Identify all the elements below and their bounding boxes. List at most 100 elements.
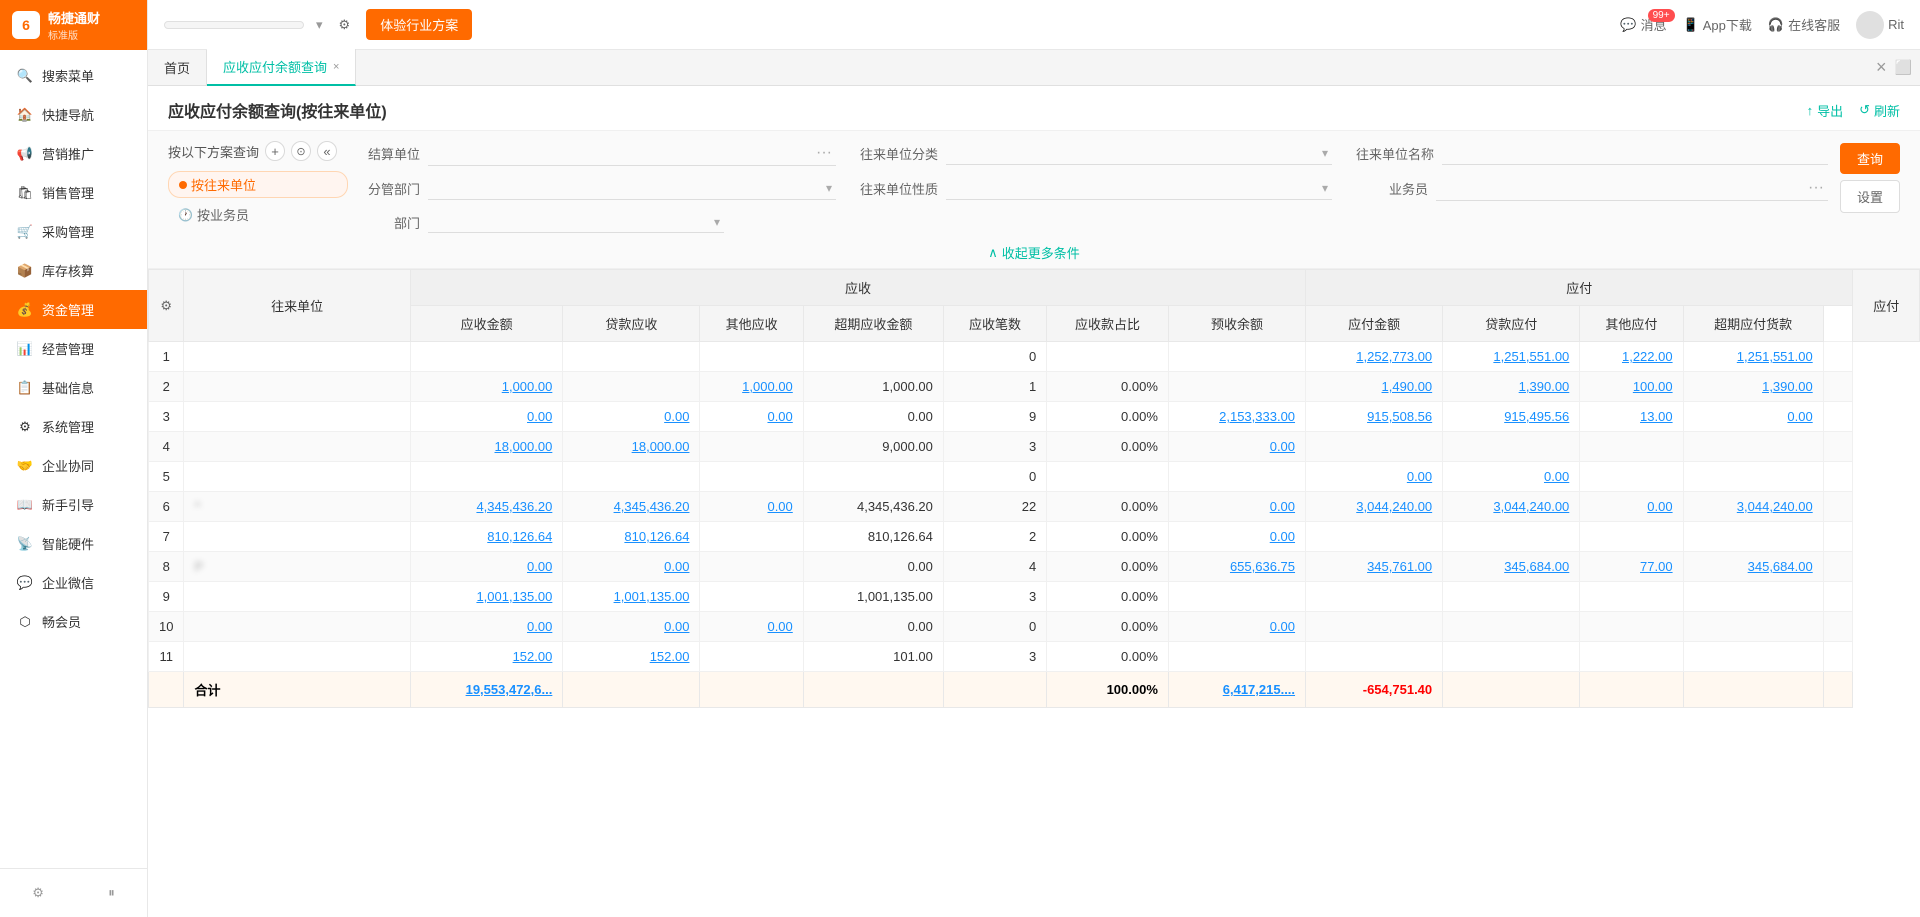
td-ar-amount[interactable]: 18,000.00 [410, 432, 562, 462]
partner-name-wrap[interactable] [1442, 143, 1828, 165]
td-ar-prepay[interactable]: 2,153,333.00 [1168, 402, 1305, 432]
td-ap-overdue[interactable] [1683, 642, 1823, 672]
td-ar-other[interactable] [700, 342, 803, 372]
td-ar-loan[interactable] [563, 462, 700, 492]
salesperson-wrap[interactable]: ··· [1436, 176, 1828, 201]
td-ap-loan[interactable] [1443, 432, 1580, 462]
td-ar-loan[interactable]: 18,000.00 [563, 432, 700, 462]
td-ap-amount[interactable]: 915,508.56 [1306, 402, 1443, 432]
sidebar-item-newbie[interactable]: 📖 新手引导 [0, 485, 147, 524]
td-ar-amount[interactable]: 0.00 [410, 552, 562, 582]
td-ar-other[interactable]: 1,000.00 [700, 372, 803, 402]
td-ar-amount[interactable]: 1,000.00 [410, 372, 562, 402]
category-input-wrap[interactable]: ▾ [946, 143, 1332, 165]
dept-input[interactable] [432, 181, 822, 196]
td-ap-loan[interactable]: 1,251,551.00 [1443, 342, 1580, 372]
sidebar-settings-btn[interactable]: ⚙ [26, 879, 50, 907]
td-ap-amount[interactable]: 1,252,773.00 [1306, 342, 1443, 372]
td-ap-amount[interactable]: 3,044,240.00 [1306, 492, 1443, 522]
td-ar-loan[interactable]: 4,345,436.20 [563, 492, 700, 522]
td-ar-loan[interactable]: 810,126.64 [563, 522, 700, 552]
sidebar-item-marketing[interactable]: 📢 营销推广 [0, 134, 147, 173]
refresh-btn[interactable]: ↺ 刷新 [1859, 101, 1900, 120]
footer-ar-prepay[interactable]: 6,417,215.... [1168, 672, 1305, 708]
collapse-btn[interactable]: ∧ 收起更多条件 [168, 243, 1900, 262]
td-ar-amount[interactable]: 4,345,436.20 [410, 492, 562, 522]
sidebar-item-basic-info[interactable]: 📋 基础信息 [0, 368, 147, 407]
td-ar-other[interactable]: 0.00 [700, 612, 803, 642]
td-ar-loan[interactable]: 0.00 [563, 402, 700, 432]
settings-gear-icon[interactable]: ⚙ [335, 13, 355, 37]
sidebar-item-inventory[interactable]: 📦 库存核算 [0, 251, 147, 290]
td-ap-loan[interactable]: 0.00 [1443, 462, 1580, 492]
department-input[interactable] [432, 214, 710, 229]
td-ap-overdue[interactable] [1683, 462, 1823, 492]
td-ap-amount[interactable]: 0.00 [1306, 462, 1443, 492]
settlement-input-wrap[interactable]: ··· [428, 141, 836, 166]
td-ar-prepay[interactable] [1168, 582, 1305, 612]
fold-scheme-btn[interactable]: « [317, 141, 337, 161]
td-ap-other[interactable] [1580, 582, 1683, 612]
td-ap-amount[interactable]: 345,761.00 [1306, 552, 1443, 582]
messages-btn[interactable]: 💬 消息 99+ [1620, 15, 1666, 34]
td-ar-loan[interactable]: 0.00 [563, 612, 700, 642]
td-ap-other[interactable] [1580, 612, 1683, 642]
td-ar-amount[interactable]: 810,126.64 [410, 522, 562, 552]
td-ap-amount[interactable] [1306, 522, 1443, 552]
td-ar-other[interactable] [700, 642, 803, 672]
td-ap-other[interactable] [1580, 432, 1683, 462]
sidebar-item-finance[interactable]: 💰 资金管理 [0, 290, 147, 329]
td-ap-other[interactable]: 1,222.00 [1580, 342, 1683, 372]
td-ap-amount[interactable] [1306, 582, 1443, 612]
td-ar-other[interactable] [700, 552, 803, 582]
salesperson-dots[interactable]: ··· [1808, 179, 1824, 197]
option-by-salesperson[interactable]: 🕐 按业务员 [168, 202, 348, 227]
sidebar-item-smart-hardware[interactable]: 📡 智能硬件 [0, 524, 147, 563]
td-ar-other[interactable]: 0.00 [700, 492, 803, 522]
td-ap-amount[interactable] [1306, 432, 1443, 462]
partner-name-input[interactable] [1446, 146, 1824, 161]
td-ap-other[interactable] [1580, 522, 1683, 552]
add-scheme-btn[interactable]: + [265, 141, 285, 161]
td-ap-other[interactable]: 77.00 [1580, 552, 1683, 582]
td-ap-overdue[interactable] [1683, 522, 1823, 552]
sidebar-item-search-menu[interactable]: 🔍 搜索菜单 [0, 56, 147, 95]
td-ap-overdue[interactable] [1683, 582, 1823, 612]
nature-input-wrap[interactable]: ▾ [946, 178, 1332, 200]
td-ap-loan[interactable]: 345,684.00 [1443, 552, 1580, 582]
td-ar-loan[interactable] [563, 342, 700, 372]
td-ar-other[interactable] [700, 432, 803, 462]
td-ar-loan[interactable]: 0.00 [563, 552, 700, 582]
option-by-partner[interactable]: 按往来单位 [168, 171, 348, 198]
td-ap-loan[interactable]: 3,044,240.00 [1443, 492, 1580, 522]
td-ar-other[interactable] [700, 522, 803, 552]
tab-receivable-query[interactable]: 应收应付余额查询 × [207, 49, 356, 86]
tab-home[interactable]: 首页 [148, 50, 207, 85]
td-ar-amount[interactable]: 152.00 [410, 642, 562, 672]
td-ap-overdue[interactable]: 1,251,551.00 [1683, 342, 1823, 372]
window-close-btn[interactable]: × [1876, 57, 1887, 78]
td-ar-amount[interactable] [410, 462, 562, 492]
user-menu[interactable]: Rit [1856, 11, 1904, 39]
td-ap-amount[interactable]: 1,490.00 [1306, 372, 1443, 402]
td-ar-prepay[interactable]: 655,636.75 [1168, 552, 1305, 582]
td-ar-prepay[interactable] [1168, 372, 1305, 402]
td-ar-prepay[interactable]: 0.00 [1168, 522, 1305, 552]
td-ap-loan[interactable] [1443, 642, 1580, 672]
td-ap-overdue[interactable]: 1,390.00 [1683, 372, 1823, 402]
settings-btn[interactable]: 设置 [1840, 180, 1900, 213]
sidebar-collapse-btn[interactable]: ⏸ [102, 879, 121, 907]
tab-close-btn[interactable]: × [333, 61, 339, 73]
plan-btn[interactable]: 体验行业方案 [366, 9, 472, 40]
sidebar-item-purchase[interactable]: 🛒 采购管理 [0, 212, 147, 251]
sidebar-item-quick-nav[interactable]: 🏠 快捷导航 [0, 95, 147, 134]
td-ap-overdue[interactable] [1683, 432, 1823, 462]
export-btn[interactable]: ↑ 导出 [1807, 101, 1844, 120]
window-maximize-btn[interactable]: ⬜ [1895, 59, 1912, 76]
td-ar-loan[interactable] [563, 372, 700, 402]
td-ar-amount[interactable]: 0.00 [410, 402, 562, 432]
sidebar-item-operations[interactable]: 📊 经营管理 [0, 329, 147, 368]
td-ap-loan[interactable] [1443, 612, 1580, 642]
sidebar-item-vip[interactable]: ⬡ 畅会员 [0, 602, 147, 641]
td-ar-other[interactable]: 0.00 [700, 402, 803, 432]
